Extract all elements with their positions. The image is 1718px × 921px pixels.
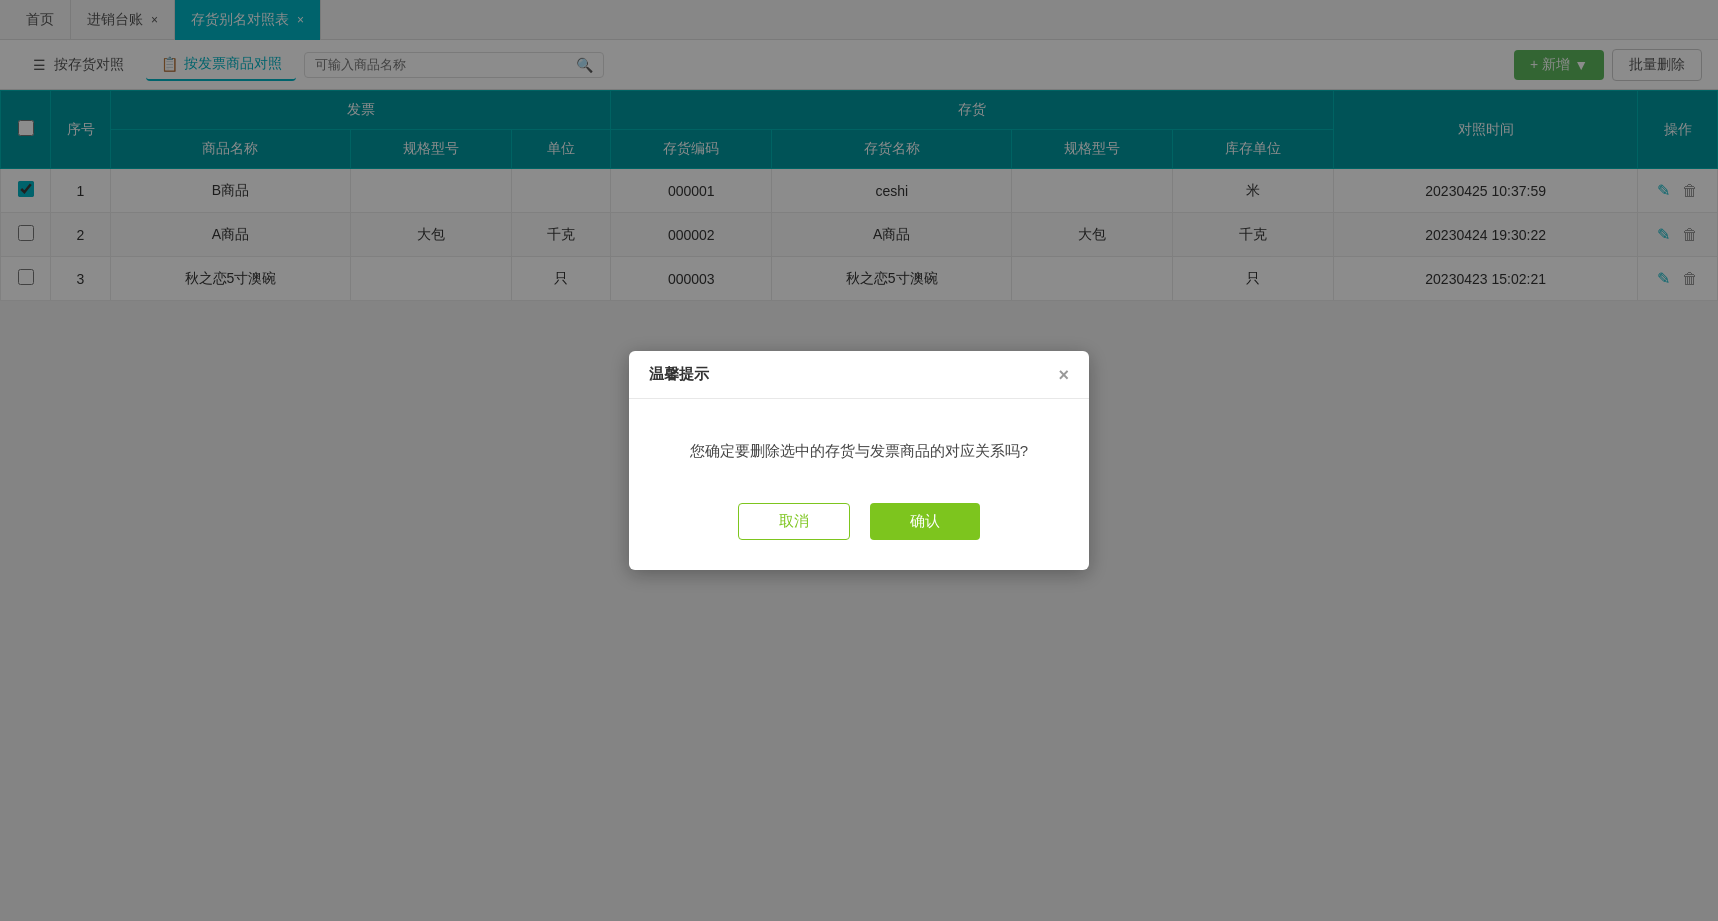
dialog-overlay: 温馨提示 × 您确定要删除选中的存货与发票商品的对应关系吗? 取消 确认 — [0, 0, 1718, 301]
